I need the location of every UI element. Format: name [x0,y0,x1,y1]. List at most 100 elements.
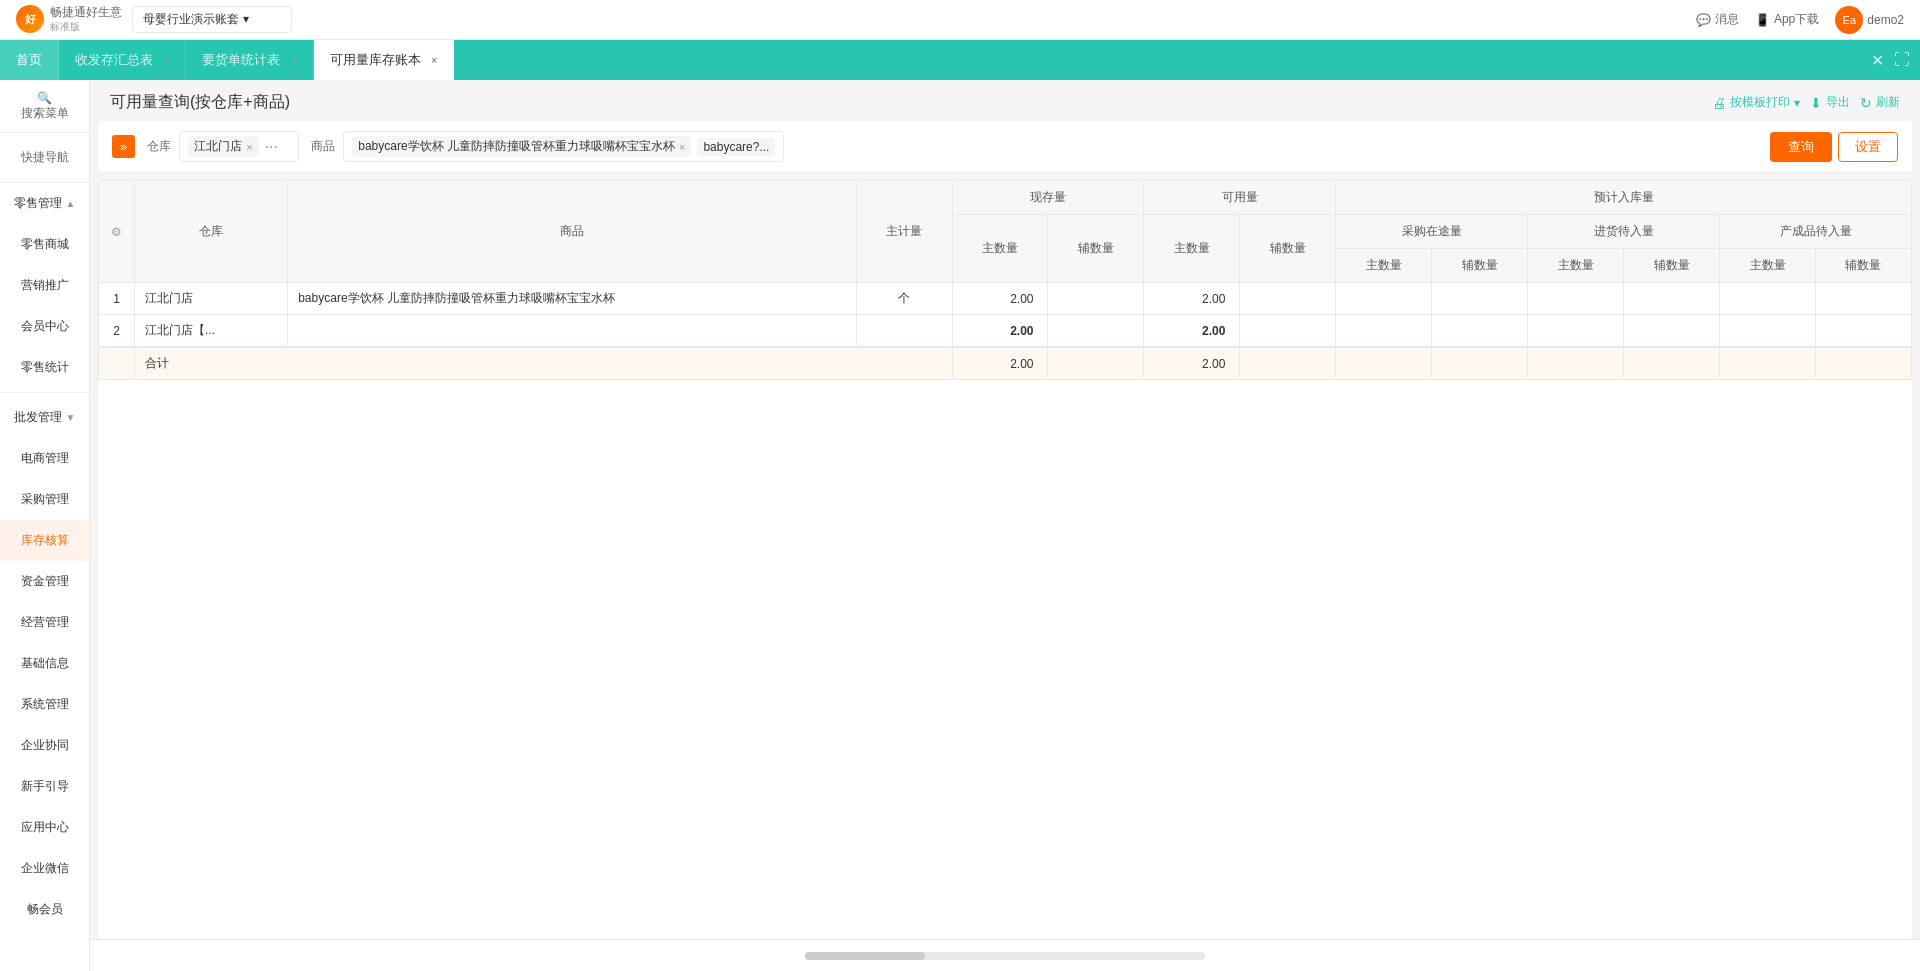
org-selector[interactable]: 母婴行业演示账套 ▾ [132,6,292,33]
warehouse-filter-group: 仓库 江北门店 × ··· [147,131,299,162]
sidebar-item-app-center[interactable]: 应用中心 [0,807,89,848]
warehouse-filter-field[interactable]: 江北门店 × ··· [179,131,299,162]
sidebar-item-enterprise[interactable]: 企业协同 [0,725,89,766]
org-dropdown-icon: ▾ [243,12,249,26]
sidebar-item-enterprise-wechat[interactable]: 企业微信 [0,848,89,889]
logo-icon: 好 [16,5,44,33]
search-menu-button[interactable]: 🔍 搜索菜单 [8,91,81,122]
tab-receipts-label: 收发存汇总表 [75,51,153,69]
row1-purchase-aux [1432,283,1528,315]
sidebar-item-new-guide[interactable]: 新手引导 [0,766,89,807]
message-label: 消息 [1715,11,1739,28]
wholesale-arrow: ▼ [66,412,76,423]
marketing-label: 营销推广 [21,277,69,294]
footer-scrollbar [90,939,1920,971]
sidebar-item-operations[interactable]: 经营管理 [0,602,89,643]
th-pending-main: 主数量 [1528,249,1624,283]
row1-pending-aux [1624,283,1720,315]
filter-expand-button[interactable]: » [112,135,135,158]
retail-stats-label: 零售统计 [21,359,69,376]
logo-text-block: 畅捷通好生意 标准版 [50,5,122,33]
sidebar-item-wholesale[interactable]: 批发管理 ▼ [0,397,89,438]
total-product-main [1720,347,1816,380]
sidebar-item-finance[interactable]: 资金管理 [0,561,89,602]
sidebar-search-area: 🔍 搜索菜单 [0,80,89,133]
tab-orders-label: 要货单统计表 [202,51,280,69]
sidebar-item-purchase[interactable]: 采购管理 [0,479,89,520]
app-download-button[interactable]: 📱 App下载 [1755,11,1819,28]
operations-label: 经营管理 [21,614,69,631]
tab-available-stock-label: 可用量库存账本 [330,51,421,69]
logo-area: 好 畅捷通好生意 标准版 [16,5,122,33]
row2-purchase-main [1336,315,1432,348]
row1-warehouse: 江北门店 [135,283,288,315]
refresh-button[interactable]: ↻ 刷新 [1860,94,1900,111]
total-pending-main [1528,347,1624,380]
print-button[interactable]: 🖨 按模板打印 ▾ [1712,94,1800,111]
sidebar-item-retail-stats[interactable]: 零售统计 [0,347,89,388]
sidebar-item-retail-mall[interactable]: 零售商城 [0,224,89,265]
product-tag1-value: babycare学饮杯 儿童防摔防撞吸管杯重力球吸嘴杯宝宝水杯 [358,138,675,155]
refresh-label: 刷新 [1876,94,1900,111]
sidebar-item-marketing[interactable]: 营销推广 [0,265,89,306]
th-pending-aux: 辅数量 [1624,249,1720,283]
page-actions: 🖨 按模板打印 ▾ ⬇ 导出 ↻ 刷新 [1712,94,1900,111]
th-planned-inbound: 预计入库量 [1336,181,1912,215]
total-row: 合计 2.00 2.00 [99,347,1912,380]
query-button[interactable]: 查询 [1770,132,1832,162]
tab-available-stock[interactable]: 可用量库存账本 × [314,40,454,80]
gear-icon[interactable]: ⚙ [111,225,122,239]
tab-orders-close[interactable]: × [290,54,296,66]
sidebar-item-inventory[interactable]: 库存核算 [0,520,89,561]
th-purchase-aux: 辅数量 [1432,249,1528,283]
sidebar-item-vip[interactable]: 畅会员 [0,889,89,930]
scrollbar-thumb[interactable] [805,952,925,960]
warehouse-filter-more[interactable]: ··· [265,138,278,156]
sidebar-item-quick-nav[interactable]: 快捷导航 [0,141,89,174]
th-stock-main: 主数量 [952,215,1048,283]
th-main-unit: 主计量 [856,181,952,283]
sidebar-item-basic[interactable]: 基础信息 [0,643,89,684]
sidebar: 🔍 搜索菜单 快捷导航 零售管理 ▲ 零售商城 营销推广 会员中心 零售统计 批… [0,80,90,971]
logo-text: 畅捷通好生意 [50,5,122,19]
warehouse-tag-remove[interactable]: × [246,141,252,153]
export-button[interactable]: ⬇ 导出 [1810,94,1850,111]
filter-bar: » 仓库 江北门店 × ··· 商品 babycare学饮杯 儿童防摔防撞吸管杯… [98,121,1912,172]
enterprise-wechat-label: 企业微信 [21,860,69,877]
product-filter-tag2: babycare?... [697,138,775,156]
settings-button[interactable]: 设置 [1838,132,1898,162]
tab-receipts[interactable]: 收发存汇总表 × [59,40,186,80]
sidebar-item-members[interactable]: 会员中心 [0,306,89,347]
product-filter-field[interactable]: babycare学饮杯 儿童防摔防撞吸管杯重力球吸嘴杯宝宝水杯 × babyca… [343,131,784,162]
th-purchase-transit: 采购在途量 [1336,215,1528,249]
scrollbar-track[interactable] [805,952,1205,960]
row2-avail-aux [1240,315,1336,348]
message-button[interactable]: 💬 消息 [1696,11,1739,28]
content-area: 可用量查询(按仓库+商品) 🖨 按模板打印 ▾ ⬇ 导出 ↻ 刷新 » [90,80,1920,971]
tab-receipts-close[interactable]: × [163,54,169,66]
tab-close-all-icon[interactable]: ✕ [1871,51,1884,70]
th-gear[interactable]: ⚙ [99,181,135,283]
product-tag1-remove[interactable]: × [679,141,685,153]
tab-home[interactable]: 首页 [0,40,59,80]
new-guide-label: 新手引导 [21,778,69,795]
retail-mgmt-arrow: ▲ [66,198,76,209]
export-label: 导出 [1826,94,1850,111]
tab-available-stock-close[interactable]: × [431,54,437,66]
sidebar-item-retail-mgmt[interactable]: 零售管理 ▲ [0,183,89,224]
total-pending-aux [1624,347,1720,380]
user-name: demo2 [1867,13,1904,27]
tab-orders[interactable]: 要货单统计表 × [186,40,313,80]
nav-tabs: 首页 收发存汇总表 × 要货单统计表 × 可用量库存账本 × ✕ ⛶ [0,40,1920,80]
sidebar-item-system[interactable]: 系统管理 [0,684,89,725]
total-purchase-main [1336,347,1432,380]
search-label: 搜索菜单 [21,106,69,120]
tab-fullscreen-icon[interactable]: ⛶ [1894,51,1910,69]
org-name: 母婴行业演示账套 [143,11,239,28]
row1-stock-aux [1048,283,1144,315]
user-initials: Ea [1843,14,1856,26]
sidebar-item-ecommerce[interactable]: 电商管理 [0,438,89,479]
table-row: 2 江北门店【... 2.00 2.00 [99,315,1912,348]
row1-purchase-main [1336,283,1432,315]
user-menu[interactable]: Ea demo2 [1835,6,1904,34]
